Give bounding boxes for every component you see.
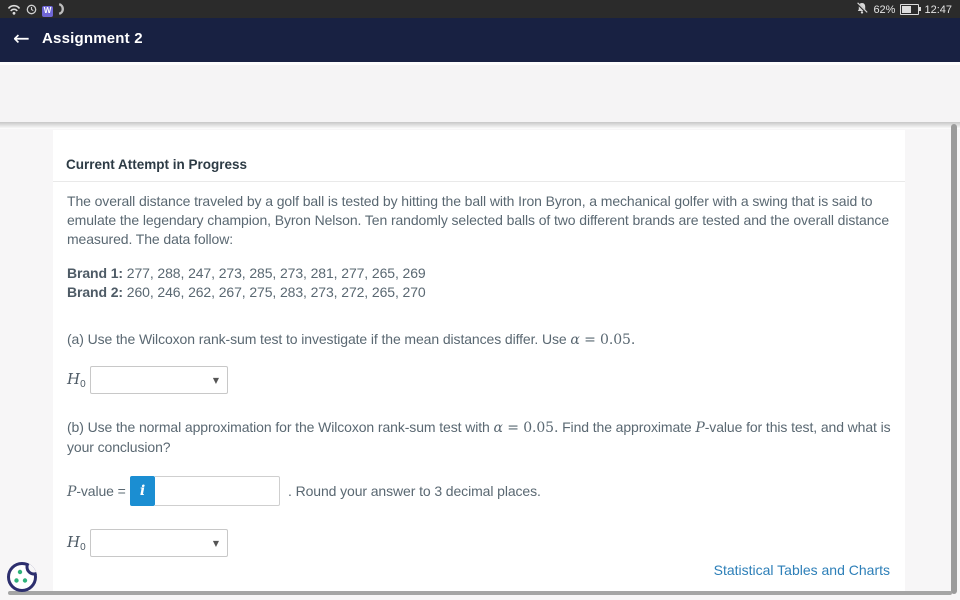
battery-fill: [902, 6, 912, 13]
info-button[interactable]: i: [130, 476, 155, 506]
brand2-line: Brand 2: 260, 246, 262, 267, 275, 283, 2…: [67, 283, 895, 302]
h0-label-a: H0: [67, 370, 86, 390]
horizontal-scrollbar[interactable]: [8, 591, 952, 595]
battery-percent: 62%: [873, 3, 896, 16]
alpha-symbol: α: [570, 332, 580, 348]
alpha-value-b: = 0.05.: [502, 420, 559, 436]
app-icon: W: [42, 5, 53, 17]
data-lines: Brand 1: 277, 288, 247, 273, 285, 273, 2…: [67, 264, 895, 302]
app-screen: W 62% 12:47 ← Assignment 2 Current Attem…: [0, 0, 960, 600]
toolbar-shadow: [0, 122, 960, 129]
status-bar: W 62% 12:47: [0, 0, 960, 18]
part-a-prefix: (a) Use the Wilcoxon rank-sum test to in…: [67, 331, 571, 347]
question-nav-bar: Question 10 of 10 ‹ › - / 10 1 2 3 ⋮: [0, 62, 960, 170]
pvalue-input[interactable]: [155, 476, 280, 506]
brand2-label: Brand 2:: [67, 284, 123, 300]
back-arrow-icon[interactable]: ←: [13, 26, 30, 50]
dropdown-arrow-icon: ▼: [212, 376, 219, 385]
h0-letter: H: [67, 370, 81, 388]
h0-subscript: 0: [80, 379, 86, 390]
brand2-values: 260, 246, 262, 267, 275, 283, 273, 272, …: [123, 284, 426, 300]
part-b-text: (b) Use the normal approximation for the…: [67, 418, 895, 457]
bell-muted-icon: [856, 2, 869, 17]
alpha-value: = 0.05.: [579, 332, 636, 348]
app-header: ← Assignment 2: [0, 18, 960, 62]
p-symbol-b: P: [695, 420, 705, 436]
rounding-note: . Round your answer to 3 decimal places.: [288, 483, 541, 499]
h0-select-a[interactable]: ▼: [90, 366, 228, 394]
h0-subscript-b: 0: [80, 542, 86, 553]
section-title: Current Attempt in Progress: [66, 157, 248, 172]
battery-nub: [919, 7, 922, 11]
pvalue-label: P-value =: [67, 482, 126, 502]
vertical-scrollbar[interactable]: [951, 124, 957, 594]
p-symbol: P: [67, 484, 77, 500]
question-card: Current Attempt in Progress The overall …: [53, 130, 905, 592]
section-divider: [53, 181, 905, 182]
dropdown-arrow-icon-b: ▼: [212, 539, 219, 548]
pvalue-label-rest: -value =: [76, 483, 126, 499]
brand1-label: Brand 1:: [67, 265, 123, 281]
alpha-symbol-b: α: [493, 420, 503, 436]
battery-icon: [900, 4, 922, 15]
brand1-line: Brand 1: 277, 288, 247, 273, 285, 273, 2…: [67, 264, 895, 283]
assignment-title: Assignment 2: [42, 30, 143, 47]
cookie-consent-icon[interactable]: [5, 556, 41, 599]
h0-select-b[interactable]: ▼: [90, 529, 228, 557]
h0-label-b: H0: [67, 533, 86, 553]
part-b-mid: Find the approximate: [558, 419, 696, 435]
question-paragraph: The overall distance traveled by a golf …: [67, 193, 890, 247]
clock-time: 12:47: [924, 3, 952, 16]
statistical-tables-link[interactable]: Statistical Tables and Charts: [714, 562, 890, 578]
part-a-text: (a) Use the Wilcoxon rank-sum test to in…: [67, 330, 895, 350]
part-b-prefix: (b) Use the normal approximation for the…: [67, 419, 494, 435]
h0-letter-b: H: [67, 533, 81, 551]
status-bar-right: 62% 12:47: [856, 2, 952, 17]
brand1-values: 277, 288, 247, 273, 285, 273, 281, 277, …: [123, 265, 426, 281]
